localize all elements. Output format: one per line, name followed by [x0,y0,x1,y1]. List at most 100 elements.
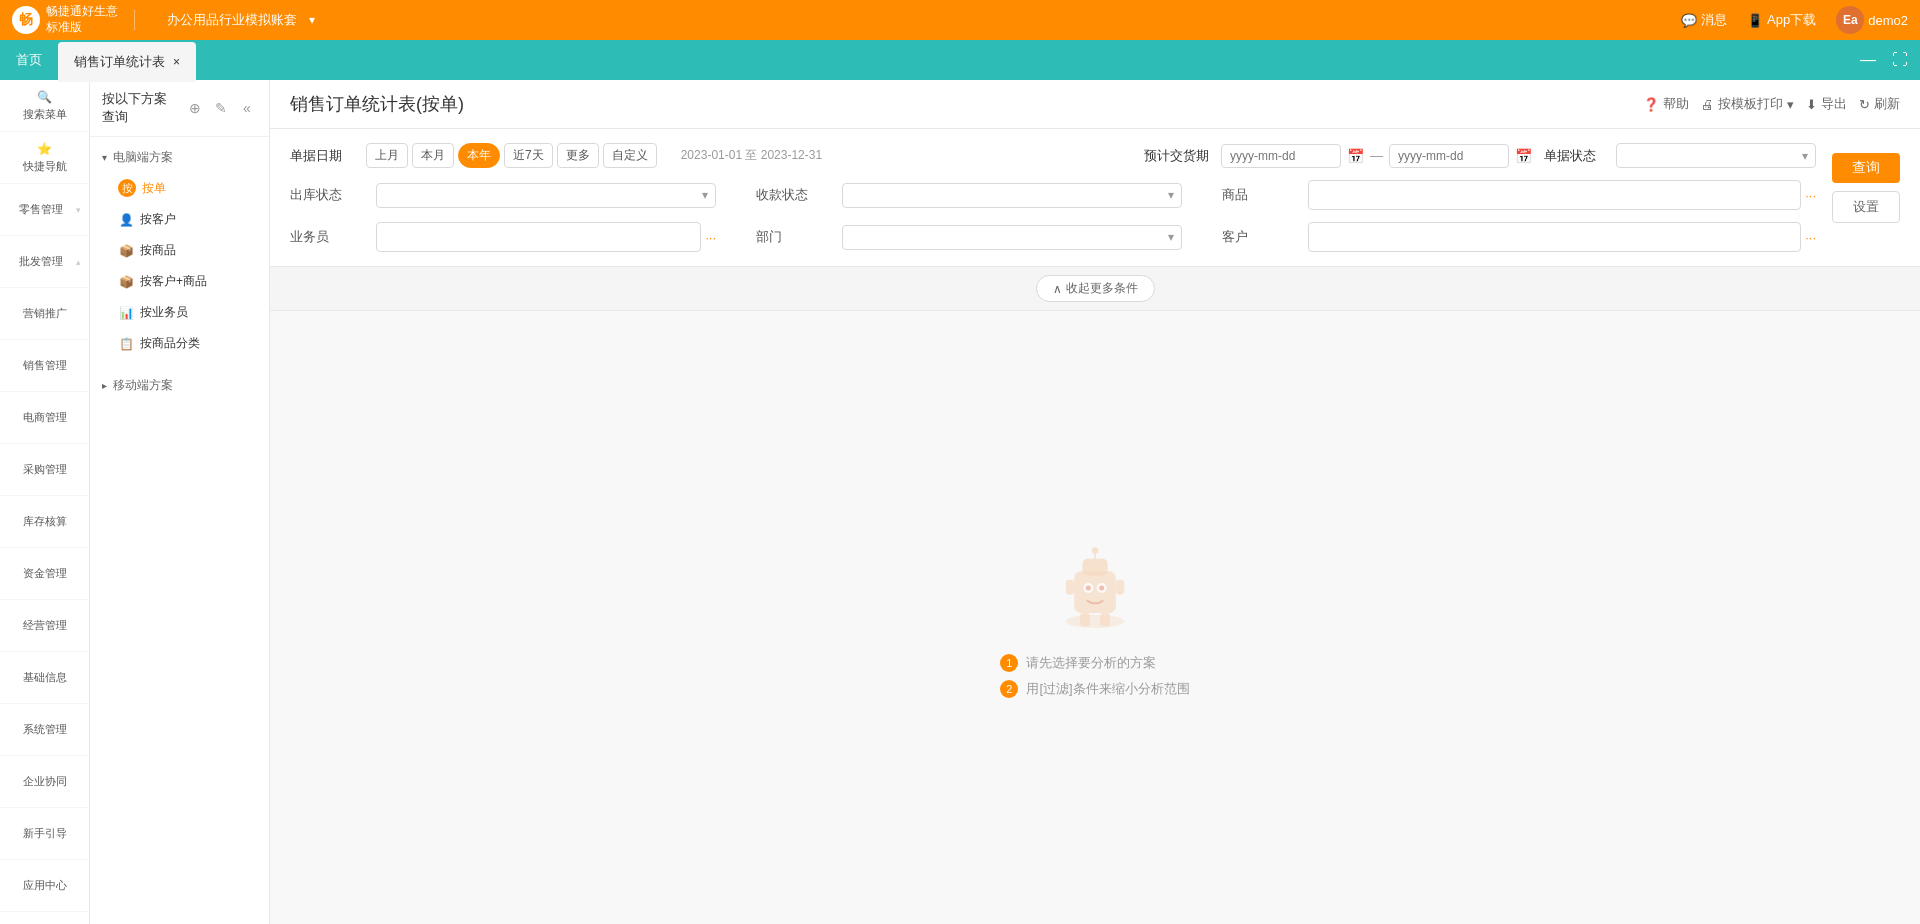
scheme-item-by-customer[interactable]: 👤 按客户 [90,204,269,235]
right-filter-group: 预计交货期 📅 — 📅 单据状态 [1144,143,1816,168]
add-scheme-button[interactable]: ⊕ [185,98,205,118]
group-expand-icon: ▾ [102,152,107,163]
sidebar-item-system[interactable]: 系统管理 [0,704,89,756]
customer-input[interactable] [1308,222,1801,252]
mobile-group-header[interactable]: ▸ 移动端方案 [90,371,269,400]
sidebar-search[interactable]: 🔍 搜索菜单 [0,80,89,132]
scheme-item-by-salesman[interactable]: 📊 按业务员 [90,297,269,328]
expected-date-start[interactable] [1221,144,1341,168]
avatar: Ea [1836,6,1864,34]
salesman-input-group: ··· [376,222,716,252]
filter-area: 单据日期 上月 本月 本年 近7天 更多 自定义 2023-01-01 至 20… [270,129,1920,267]
app-title-dropdown[interactable]: ▾ [309,13,315,27]
date-btn-this-year[interactable]: 本年 [458,143,500,168]
content-area: 按以下方案查询 ⊕ ✎ « ▾ [90,80,1920,924]
salesman-more-icon[interactable]: ··· [705,230,716,245]
date-btn-more[interactable]: 更多 [557,143,599,168]
tab-home[interactable]: 首页 [0,40,58,80]
logo-icon: 畅 [12,6,40,34]
empty-state: 1 请先选择要分析的方案 2 用[过滤]条件来缩小分析范围 [1000,538,1189,698]
customer-input-group: ··· [1308,222,1816,252]
customer-label: 客户 [1222,228,1292,246]
scheme-item-by-goods[interactable]: 📦 按商品 [90,235,269,266]
sidebar-item-sales[interactable]: 销售管理 [0,340,89,392]
sidebar-item-inventory[interactable]: 库存核算 [0,496,89,548]
tab-maximize-icon[interactable]: ⛶ [1888,47,1912,73]
refresh-button[interactable]: ↻ 刷新 [1859,95,1900,113]
tab-minimize-icon[interactable]: — [1856,47,1880,73]
goods-more-icon[interactable]: ··· [1805,188,1816,203]
query-actions: 查询 设置 [1816,143,1900,252]
salesman-input[interactable] [376,222,701,252]
collapse-panel-button[interactable]: « [237,98,257,118]
date-btn-this-month[interactable]: 本月 [412,143,454,168]
query-button[interactable]: 查询 [1832,153,1900,183]
app-download-button[interactable]: 📱 App下载 [1747,11,1816,29]
sidebar-item-ecommerce[interactable]: 电商管理 [0,392,89,444]
header-actions: ❓ 帮助 🖨 按模板打印 ▾ ⬇ 导出 ↻ [1643,95,1900,113]
out-status-select[interactable] [376,183,716,208]
tab-close-icon[interactable]: × [173,55,180,69]
user-menu[interactable]: Ea demo2 [1836,6,1908,34]
sidebar-item-guide[interactable]: 新手引导 [0,808,89,860]
tab-sales-stat[interactable]: 销售订单统计表 × [58,42,196,82]
tip-text-1: 请先选择要分析的方案 [1026,654,1156,672]
date-btn-7days[interactable]: 近7天 [504,143,553,168]
dept-select[interactable] [842,225,1182,250]
scheme-item-by-order[interactable]: 按 按单 [90,172,269,204]
svg-rect-10 [1100,613,1110,626]
sidebar-item-operations[interactable]: 经营管理 [0,600,89,652]
message-button[interactable]: 💬 消息 [1681,11,1727,29]
edit-scheme-button[interactable]: ✎ [211,98,231,118]
template-print-button[interactable]: 🖨 按模板打印 ▾ [1701,95,1794,113]
help-icon: ❓ [1643,97,1659,112]
sidebar-item-purchase[interactable]: 采购管理 [0,444,89,496]
export-button[interactable]: ⬇ 导出 [1806,95,1847,113]
empty-tips: 1 请先选择要分析的方案 2 用[过滤]条件来缩小分析范围 [1000,654,1189,698]
svg-point-5 [1086,585,1091,590]
date-btn-custom[interactable]: 自定义 [603,143,657,168]
pc-group-header[interactable]: ▾ 电脑端方案 [90,143,269,172]
print-dropdown-icon: ▾ [1787,97,1794,112]
collapse-button[interactable]: ∧ 收起更多条件 [1036,275,1155,302]
pay-status-label: 收款状态 [756,186,826,204]
scheme-item-by-customer-goods[interactable]: 📦 按客户+商品 [90,266,269,297]
dept-wrapper [842,225,1182,250]
chevron-left-icon: « [243,100,251,116]
empty-state-illustration [1045,538,1145,638]
collapse-bar[interactable]: ∧ 收起更多条件 [270,267,1920,311]
sidebar-shortcut[interactable]: ⭐ 快捷导航 [0,132,89,184]
sidebar-item-marketing[interactable]: 营销推广 [0,288,89,340]
svg-point-0 [1066,614,1124,627]
goods-input-group: ··· [1308,180,1816,210]
sidebar-item-retail[interactable]: 零售管理 ▾ [0,184,89,236]
divider [134,10,135,30]
sidebar-item-finance[interactable]: 资金管理 [0,548,89,600]
doc-status-wrapper [1616,143,1816,168]
svg-rect-1 [1074,571,1116,613]
pay-status-select[interactable] [842,183,1182,208]
tab-bar: 首页 销售订单统计表 × — ⛶ [0,40,1920,80]
sidebar-item-wholesale[interactable]: 批发管理 ▴ [0,236,89,288]
mobile-scheme-group: ▸ 移动端方案 [90,365,269,406]
customer-more-icon[interactable]: ··· [1805,230,1816,245]
date-btn-last-month[interactable]: 上月 [366,143,408,168]
edit-icon: ✎ [215,100,227,116]
svg-rect-8 [1116,579,1124,594]
left-panel: 按以下方案查询 ⊕ ✎ « ▾ [90,80,270,924]
sidebar-item-appstore[interactable]: 应用中心 [0,860,89,912]
sidebar-item-enterprise[interactable]: 企业协同 [0,756,89,808]
setting-button[interactable]: 设置 [1832,191,1900,223]
sidebar-item-basic[interactable]: 基础信息 [0,652,89,704]
doc-status-select[interactable] [1616,143,1816,168]
search-icon: 🔍 [37,90,52,104]
goods-input[interactable] [1308,180,1801,210]
salesman-icon: 📊 [118,305,134,321]
scheme-item-by-category[interactable]: 📋 按商品分类 [90,328,269,359]
sidebar-item-wechat[interactable]: 企业微信 [0,912,89,924]
collapse-label: 收起更多条件 [1066,280,1138,297]
help-button[interactable]: ❓ 帮助 [1643,95,1689,113]
expected-date-label: 预计交货期 [1144,147,1209,165]
expected-date-end[interactable] [1389,144,1509,168]
svg-rect-9 [1080,613,1090,626]
